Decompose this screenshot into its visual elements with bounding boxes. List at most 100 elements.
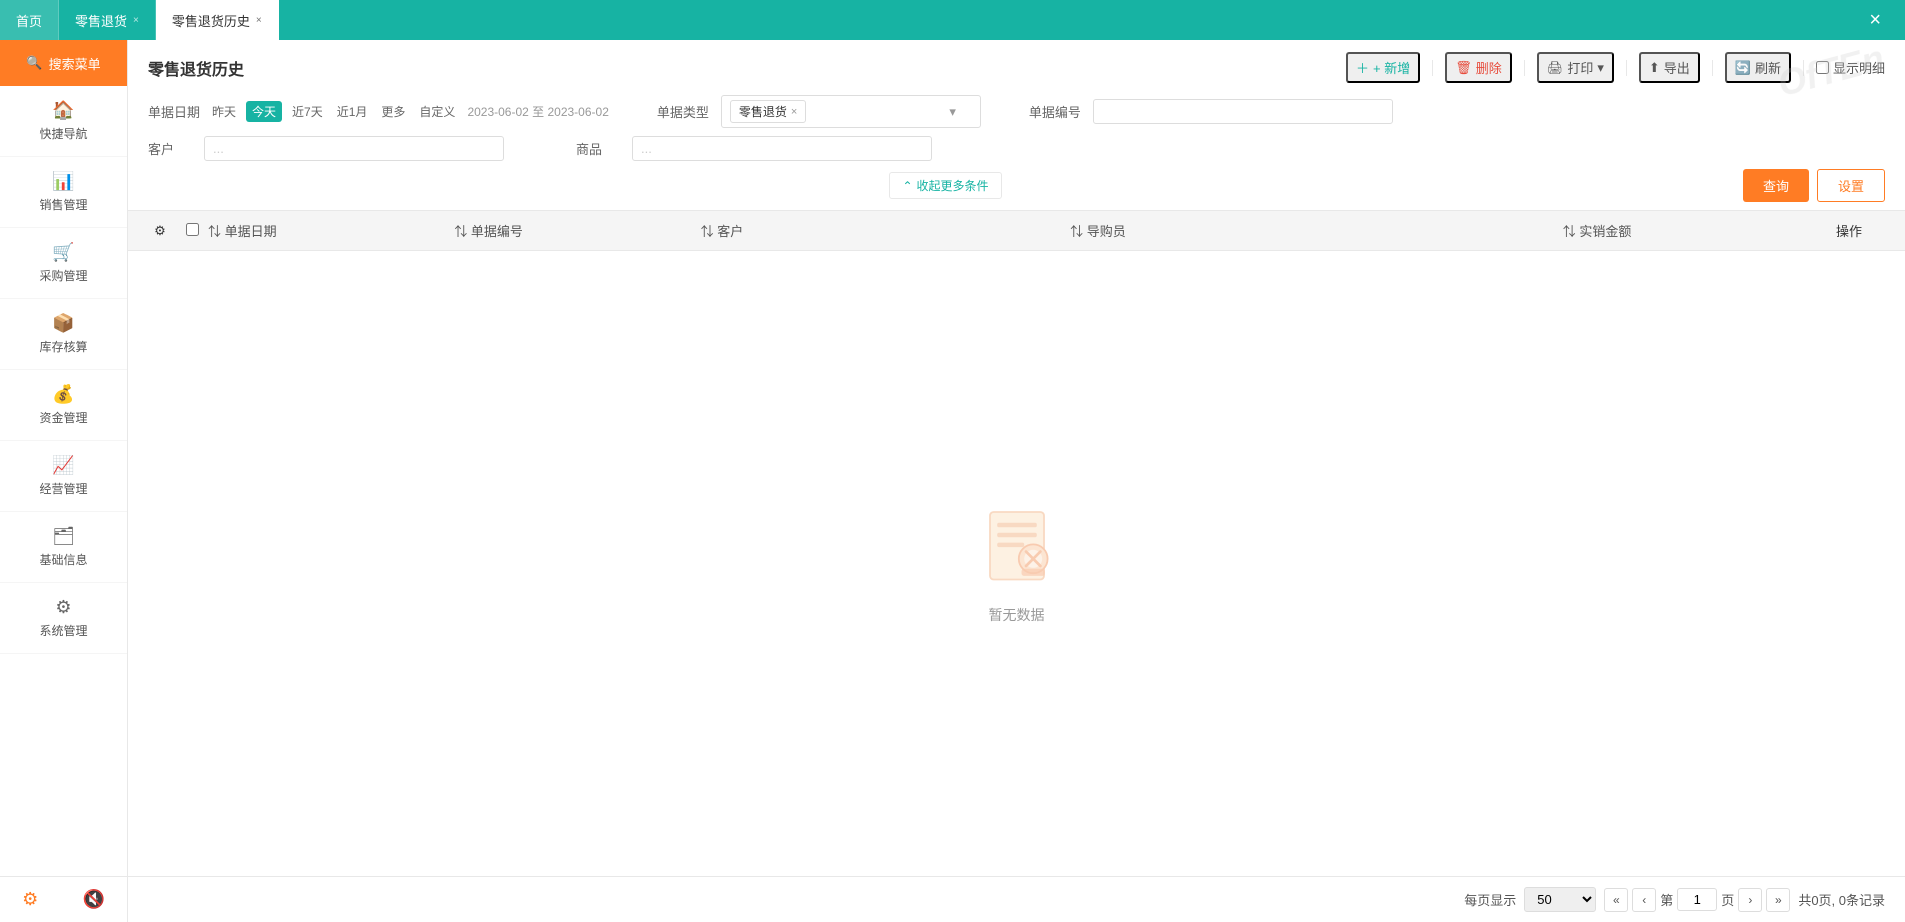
collapse-button[interactable]: ⌃ 收起更多条件 <box>889 172 1001 199</box>
sidebar: 🔍 搜索菜单 🏠 快捷导航 📊 销售管理 🛒 采购管理 📦 库存核算 💰 <box>0 40 128 922</box>
customer-filter-group: 客户 ... <box>148 136 504 161</box>
th-date[interactable]: ⇅ 单据日期 <box>208 221 454 240</box>
doc-type-select[interactable]: 零售退货 × ▾ <box>721 95 981 128</box>
th-guide[interactable]: ⇅ 导购员 <box>1070 221 1316 240</box>
empty-illustration <box>972 503 1062 593</box>
tab-retail-return-close[interactable]: × <box>133 15 139 26</box>
per-page-select[interactable]: 50 20 100 <box>1524 887 1596 912</box>
per-page-label: 每页显示 <box>1464 890 1516 909</box>
print-icon: 🖨 <box>1547 60 1564 76</box>
prev-page-button[interactable]: ‹ <box>1632 888 1656 912</box>
sidebar-item-inventory-label: 库存核算 <box>39 338 87 355</box>
refresh-label: 刷新 <box>1755 58 1781 77</box>
tab-home[interactable]: 首页 <box>0 0 59 40</box>
sidebar-search[interactable]: 🔍 搜索菜单 <box>0 40 127 86</box>
mute-icon[interactable]: 🔇 <box>82 889 104 910</box>
main-layout: 🔍 搜索菜单 🏠 快捷导航 📊 销售管理 🛒 采购管理 📦 库存核算 💰 <box>0 40 1905 922</box>
delete-icon: 🗑 <box>1455 60 1472 76</box>
page-title: 零售退货历史 <box>148 56 244 80</box>
shortcut-7days[interactable]: 近7天 <box>288 101 327 122</box>
shortcut-yesterday[interactable]: 昨天 <box>208 101 240 122</box>
date-shortcuts: 昨天 今天 近7天 近1月 更多 自定义 <box>208 101 459 122</box>
shortcut-today[interactable]: 今天 <box>246 101 282 122</box>
sidebar-menu: 🏠 快捷导航 📊 销售管理 🛒 采购管理 📦 库存核算 💰 资金管理 📈 <box>0 86 127 876</box>
sidebar-item-base-info[interactable]: 🗂 基础信息 <box>0 512 127 583</box>
th-docnum[interactable]: ⇅ 单据编号 <box>454 221 700 240</box>
print-dropdown-icon: ▾ <box>1597 60 1604 76</box>
separator-5 <box>1803 60 1804 76</box>
sidebar-item-system[interactable]: ⚙ 系统管理 <box>0 583 127 654</box>
page-header: 零售退货历史 ＋ + 新增 🗑 删除 🖨 打印 ▾ <box>128 40 1905 211</box>
table-container: ⚙ ⇅ 单据日期 ⇅ 单据编号 ⇅ 客户 ⇅ 导购员 <box>128 211 1905 922</box>
collapse-area: ⌃ 收起更多条件 <box>148 172 1743 199</box>
new-icon: ＋ <box>1356 58 1369 77</box>
th-date-label: ⇅ 单据日期 <box>208 221 277 240</box>
sidebar-item-inventory[interactable]: 📦 库存核算 <box>0 299 127 370</box>
sidebar-item-purchase[interactable]: 🛒 采购管理 <box>0 228 127 299</box>
table-header: ⚙ ⇅ 单据日期 ⇅ 单据编号 ⇅ 客户 ⇅ 导购员 <box>128 211 1905 251</box>
sidebar-item-sales[interactable]: 📊 销售管理 <box>0 157 127 228</box>
select-all-checkbox[interactable] <box>186 223 199 236</box>
display-detail-checkbox[interactable] <box>1816 61 1829 74</box>
shortcut-custom[interactable]: 自定义 <box>415 101 459 122</box>
search-icon: 🔍 <box>26 55 42 71</box>
doc-num-input[interactable] <box>1093 99 1393 124</box>
th-amount[interactable]: ⇅ 实销金额 <box>1563 221 1809 240</box>
collapse-icon: ⌃ <box>902 179 912 193</box>
system-icon: ⚙ <box>55 597 71 618</box>
sidebar-item-operations[interactable]: 📈 经营管理 <box>0 441 127 512</box>
doc-type-dropdown-icon: ▾ <box>949 104 956 120</box>
shortcut-more[interactable]: 更多 <box>377 101 409 122</box>
collapse-label: 收起更多条件 <box>917 177 989 194</box>
top-bar-right: × <box>1861 9 1905 32</box>
goods-filter-group: 商品 ... <box>576 136 932 161</box>
tab-retail-return-history-close[interactable]: × <box>256 15 262 26</box>
table-settings-icon[interactable]: ⚙ <box>154 223 166 238</box>
th-customer-label: ⇅ 客户 <box>701 221 744 240</box>
shortcut-1month[interactable]: 近1月 <box>333 101 372 122</box>
new-button[interactable]: ＋ + 新增 <box>1346 52 1420 83</box>
goods-input[interactable]: ... <box>632 136 932 161</box>
last-page-button[interactable]: » <box>1766 888 1790 912</box>
filter-actions-row: ⌃ 收起更多条件 查询 设置 <box>148 169 1885 202</box>
next-page-button[interactable]: › <box>1738 888 1762 912</box>
page-title-row: 零售退货历史 ＋ + 新增 🗑 删除 🖨 打印 ▾ <box>148 52 1885 95</box>
sidebar-item-system-label: 系统管理 <box>39 622 87 639</box>
customer-input[interactable]: ... <box>204 136 504 161</box>
doc-type-tag: 零售退货 × <box>730 100 806 123</box>
query-button[interactable]: 查询 <box>1743 169 1809 202</box>
col-check <box>176 223 208 239</box>
th-amount-label: ⇅ 实销金额 <box>1563 221 1632 240</box>
customer-dots: ... <box>213 141 224 156</box>
sidebar-item-base-info-label: 基础信息 <box>39 551 87 568</box>
refresh-button[interactable]: 🔄 刷新 <box>1725 52 1791 83</box>
sidebar-item-home[interactable]: 🏠 快捷导航 <box>0 86 127 157</box>
tab-list: 首页 零售退货 × 零售退货历史 × <box>0 0 1861 40</box>
separator-2 <box>1524 60 1525 76</box>
tab-home-label: 首页 <box>16 11 42 30</box>
print-button[interactable]: 🖨 打印 ▾ <box>1537 52 1614 83</box>
tab-retail-return[interactable]: 零售退货 × <box>59 0 156 40</box>
refresh-icon: 🔄 <box>1735 60 1751 76</box>
first-page-button[interactable]: « <box>1604 888 1628 912</box>
doc-type-tag-remove[interactable]: × <box>791 106 797 118</box>
tab-retail-return-history[interactable]: 零售退货历史 × <box>156 0 279 40</box>
sidebar-item-finance[interactable]: 💰 资金管理 <box>0 370 127 441</box>
separator-3 <box>1626 60 1627 76</box>
inventory-icon: 📦 <box>52 313 74 334</box>
goods-dots: ... <box>641 141 652 156</box>
delete-button[interactable]: 🗑 删除 <box>1445 52 1512 83</box>
top-bar: 首页 零售退货 × 零售退货历史 × × <box>0 0 1905 40</box>
separator-1 <box>1432 60 1433 76</box>
export-button[interactable]: ⬆ 导出 <box>1639 52 1700 83</box>
settings-bottom-icon[interactable]: ⚙ <box>22 889 38 910</box>
set-button[interactable]: 设置 <box>1817 169 1885 202</box>
page-label: 第 <box>1660 890 1673 909</box>
window-close-button[interactable]: × <box>1861 9 1889 32</box>
th-customer[interactable]: ⇅ 客户 <box>701 221 1070 240</box>
page-number-input[interactable] <box>1677 888 1717 911</box>
print-label: 打印 <box>1567 58 1593 77</box>
doc-num-label: 单据编号 <box>1029 102 1085 121</box>
export-label: 导出 <box>1664 58 1690 77</box>
sidebar-item-purchase-label: 采购管理 <box>39 267 87 284</box>
